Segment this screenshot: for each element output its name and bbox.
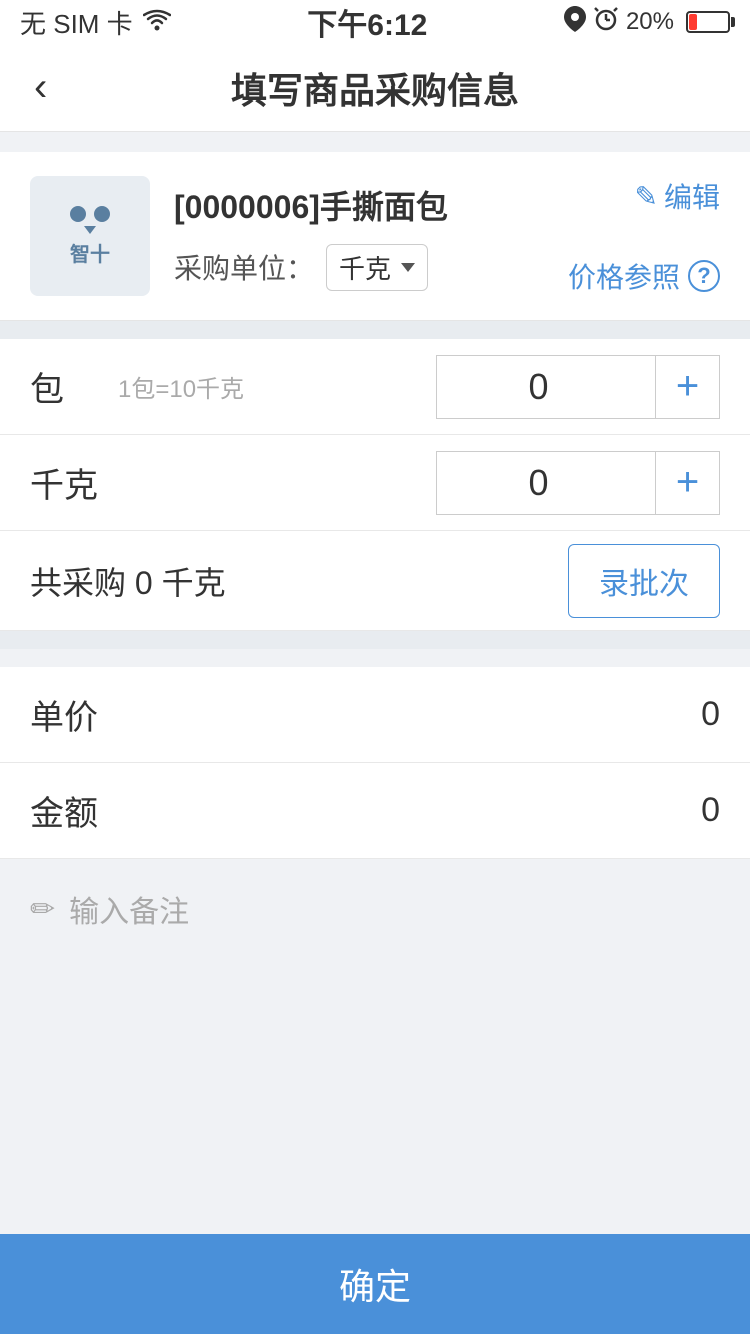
batch-button[interactable]: 录批次 xyxy=(568,544,720,618)
kg-quantity-input[interactable] xyxy=(436,451,656,515)
product-card: 智十 [0000006]手撕面包 采购单位： 千克 ✎ 编辑 价格参照 ? xyxy=(0,152,750,321)
summary-text: 共采购 0 千克 xyxy=(30,558,226,604)
content-body xyxy=(0,959,750,1259)
confirm-bar[interactable]: 确定 xyxy=(0,1234,750,1334)
amount-row: 金额 0 xyxy=(0,763,750,859)
unit-label: 采购单位： xyxy=(174,247,314,287)
edit-button[interactable]: ✎ 编辑 xyxy=(635,176,720,216)
unit-price-label: 单价 xyxy=(30,690,98,739)
nav-bar: ‹ 填写商品采购信息 xyxy=(0,44,750,132)
bao-plus-button[interactable]: + xyxy=(656,355,720,419)
status-time: 下午6:12 xyxy=(307,0,427,44)
chevron-down-icon xyxy=(401,263,415,272)
amount-label: 金额 xyxy=(30,786,98,835)
alarm-icon xyxy=(594,6,618,39)
back-button[interactable]: ‹ xyxy=(24,55,57,120)
amount-value: 0 xyxy=(701,791,720,830)
kg-label: 千克 xyxy=(30,458,110,507)
unit-price-row: 单价 0 xyxy=(0,667,750,763)
remark-placeholder: 输入备注 xyxy=(69,887,189,931)
battery-percent: 20% xyxy=(626,8,674,36)
section-divider-2 xyxy=(0,631,750,649)
product-image: 智十 xyxy=(30,176,150,296)
battery-icon xyxy=(686,11,730,33)
owl-logo: 智十 xyxy=(70,206,110,267)
bao-label: 包 xyxy=(30,362,110,411)
kg-input-right: + xyxy=(436,451,720,515)
unit-selector[interactable]: 千克 xyxy=(326,244,428,291)
price-ref-button[interactable]: 价格参照 ? xyxy=(568,256,720,296)
kg-plus-button[interactable]: + xyxy=(656,451,720,515)
bao-sub-label: 1包=10千克 xyxy=(118,369,244,404)
summary-row: 共采购 0 千克 录批次 xyxy=(0,531,750,631)
wifi-icon xyxy=(143,7,171,38)
status-bar: 无 SIM 卡 下午6:12 20% xyxy=(0,0,750,44)
info-icon: ? xyxy=(688,260,720,292)
price-section: 单价 0 金额 0 xyxy=(0,667,750,859)
bao-input-row: 包 1包=10千克 + xyxy=(0,339,750,435)
bao-quantity-input[interactable] xyxy=(436,355,656,419)
location-icon xyxy=(564,6,586,39)
status-left: 无 SIM 卡 xyxy=(20,4,171,41)
confirm-button-text: 确定 xyxy=(339,1258,411,1310)
edit-pencil-icon: ✎ xyxy=(635,180,658,213)
input-section: 包 1包=10千克 + 千克 + xyxy=(0,339,750,531)
unit-price-value: 0 xyxy=(701,695,720,734)
nav-title: 填写商品采购信息 xyxy=(231,62,519,114)
section-divider-1 xyxy=(0,321,750,339)
carrier-text: 无 SIM 卡 xyxy=(20,4,133,41)
bao-input-right: + xyxy=(436,355,720,419)
kg-input-row: 千克 + xyxy=(0,435,750,531)
status-right: 20% xyxy=(564,6,730,39)
pencil-icon: ✏ xyxy=(30,892,55,927)
remark-section[interactable]: ✏ 输入备注 xyxy=(0,859,750,959)
